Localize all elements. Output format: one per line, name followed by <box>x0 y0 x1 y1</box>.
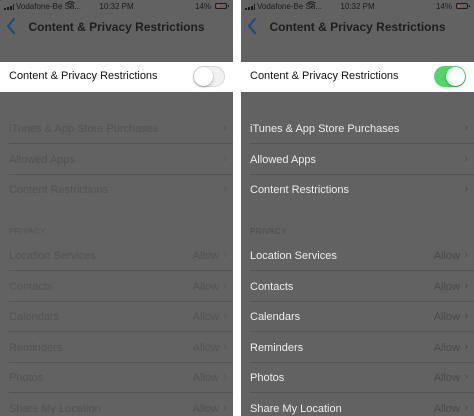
row-value: Allow <box>433 342 460 354</box>
row-label: iTunes & App Store Purchases <box>250 123 400 135</box>
row-contacts[interactable]: Contacts Allow › <box>241 272 474 302</box>
row-label: Calendars <box>250 311 301 323</box>
section-header-privacy: PRIVACY <box>9 227 46 236</box>
row-photos[interactable]: Photos Allow › <box>0 363 233 393</box>
chevron-right-icon: › <box>223 341 227 353</box>
separator <box>250 331 474 332</box>
row-label: Calendars <box>9 311 60 323</box>
content-privacy-toggle-row: Content & Privacy Restrictions <box>241 62 474 92</box>
battery-icon <box>215 3 229 9</box>
battery-percent: 14% <box>435 2 452 11</box>
row-label: Photos <box>9 372 44 384</box>
content-privacy-switch[interactable] <box>193 66 225 87</box>
chevron-right-icon: › <box>223 280 227 292</box>
screenshot-toggle-on: Vodafone-Be Sa... 10:32 PM 14% Content &… <box>241 0 474 416</box>
row-label: Allowed Apps <box>9 154 76 166</box>
chevron-right-icon: › <box>464 371 468 383</box>
chevron-right-icon: › <box>464 153 468 165</box>
row-label: Location Services <box>9 250 96 262</box>
chevron-right-icon: › <box>223 402 227 414</box>
row-label: Content Restrictions <box>9 184 109 196</box>
row-location-services[interactable]: Location Services Allow › <box>0 241 233 271</box>
row-reminders[interactable]: Reminders Allow › <box>0 333 233 363</box>
row-label: Location Services <box>250 250 337 262</box>
row-share-my-location[interactable]: Share My Location Allow › <box>0 394 233 416</box>
row-value: Allow <box>192 311 219 323</box>
row-itunes-app-store-purchases[interactable]: iTunes & App Store Purchases › <box>241 114 474 144</box>
row-value: Allow <box>433 250 460 262</box>
row-label: Contacts <box>9 281 53 293</box>
chevron-right-icon: › <box>223 310 227 322</box>
toggle-label: Content & Privacy Restrictions <box>250 70 399 82</box>
separator <box>250 392 474 393</box>
row-reminders[interactable]: Reminders Allow › <box>241 333 474 363</box>
panel-divider <box>233 0 241 416</box>
battery-icon <box>456 3 470 9</box>
chevron-right-icon: › <box>223 153 227 165</box>
row-location-services[interactable]: Location Services Allow › <box>241 241 474 271</box>
row-value: Allow <box>433 281 460 293</box>
screenshot-toggle-off: Vodafone-Be Sa... 10:32 PM 14% Content &… <box>0 0 233 416</box>
row-label: Content Restrictions <box>250 184 350 196</box>
row-photos[interactable]: Photos Allow › <box>241 363 474 393</box>
page-title: Content & Privacy Restrictions <box>28 20 205 34</box>
separator <box>9 392 233 393</box>
chevron-right-icon: › <box>464 183 468 195</box>
row-value: Allow <box>192 372 219 384</box>
nav-bar: Content & Privacy Restrictions <box>0 14 233 40</box>
page-title: Content & Privacy Restrictions <box>269 20 446 34</box>
row-allowed-apps[interactable]: Allowed Apps › <box>241 145 474 175</box>
battery-percent: 14% <box>194 2 211 11</box>
row-label: Allowed Apps <box>250 154 317 166</box>
row-content-restrictions[interactable]: Content Restrictions › <box>241 175 474 205</box>
chevron-right-icon: › <box>223 371 227 383</box>
switch-knob <box>446 67 465 86</box>
row-label: iTunes & App Store Purchases <box>9 123 159 135</box>
content-privacy-toggle-row: Content & Privacy Restrictions <box>0 62 233 92</box>
row-value: Allow <box>433 403 460 415</box>
chevron-right-icon: › <box>464 341 468 353</box>
section-header-privacy: PRIVACY <box>250 227 287 236</box>
row-label: Photos <box>250 372 285 384</box>
status-bar: Vodafone-Be Sa... 10:32 PM 14% <box>241 0 474 14</box>
row-share-my-location[interactable]: Share My Location Allow › <box>241 394 474 416</box>
separator <box>9 270 233 271</box>
content-privacy-switch[interactable] <box>434 66 466 87</box>
chevron-right-icon: › <box>464 402 468 414</box>
row-label: Reminders <box>9 342 63 354</box>
chevron-right-icon: › <box>223 122 227 134</box>
row-calendars[interactable]: Calendars Allow › <box>0 302 233 332</box>
row-value: Allow <box>192 403 219 415</box>
separator <box>250 143 474 144</box>
chevron-right-icon: › <box>464 249 468 261</box>
separator <box>9 331 233 332</box>
row-value: Allow <box>192 342 219 354</box>
chevron-right-icon: › <box>464 122 468 134</box>
row-label: Reminders <box>250 342 304 354</box>
chevron-right-icon: › <box>223 249 227 261</box>
row-calendars[interactable]: Calendars Allow › <box>241 302 474 332</box>
nav-bar: Content & Privacy Restrictions <box>241 14 474 40</box>
row-value: Allow <box>433 311 460 323</box>
switch-knob <box>194 67 213 86</box>
chevron-right-icon: › <box>464 280 468 292</box>
separator <box>9 143 233 144</box>
row-value: Allow <box>192 281 219 293</box>
row-itunes-app-store-purchases[interactable]: iTunes & App Store Purchases › <box>0 114 233 144</box>
status-bar: Vodafone-Be Sa... 10:32 PM 14% <box>0 0 233 14</box>
row-allowed-apps[interactable]: Allowed Apps › <box>0 145 233 175</box>
chevron-right-icon: › <box>464 310 468 322</box>
row-contacts[interactable]: Contacts Allow › <box>0 272 233 302</box>
row-label: Share My Location <box>250 403 342 415</box>
chevron-right-icon: › <box>223 183 227 195</box>
row-label: Contacts <box>250 281 294 293</box>
separator <box>250 270 474 271</box>
row-label: Share My Location <box>9 403 101 415</box>
row-value: Allow <box>192 250 219 262</box>
row-value: Allow <box>433 372 460 384</box>
row-content-restrictions[interactable]: Content Restrictions › <box>0 175 233 205</box>
toggle-label: Content & Privacy Restrictions <box>9 70 158 82</box>
